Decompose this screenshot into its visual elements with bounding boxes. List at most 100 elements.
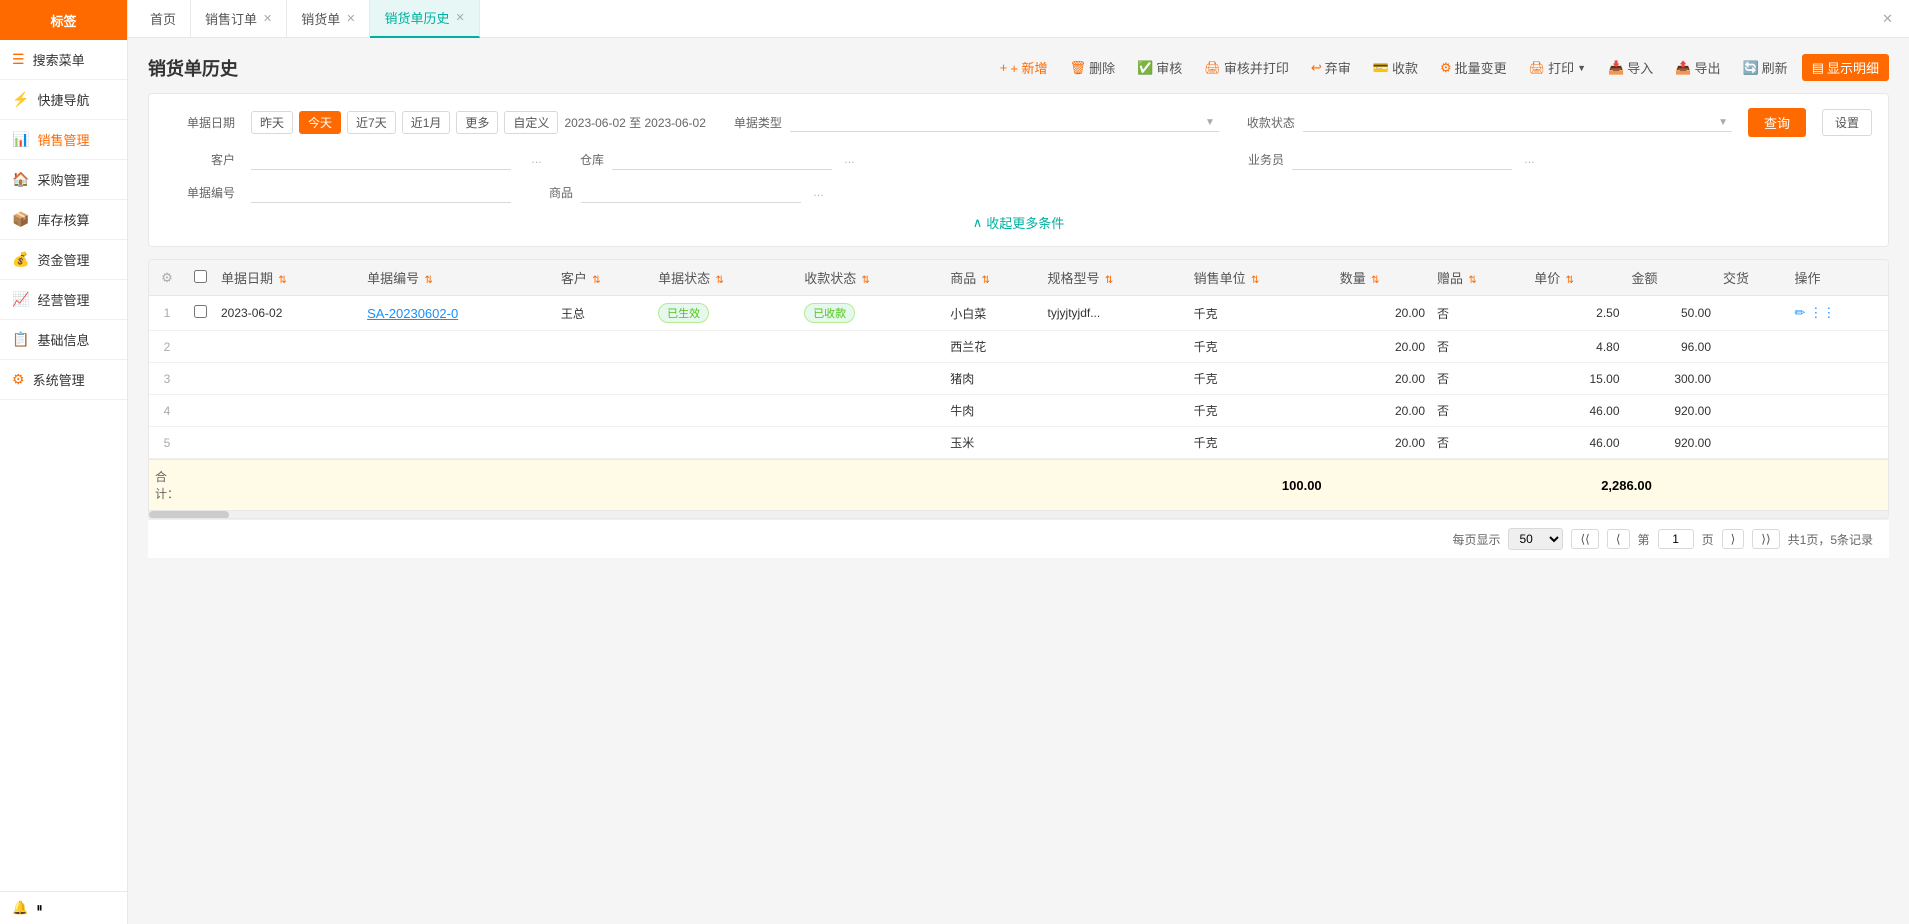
th-spec[interactable]: 规格型号 ⇅	[1042, 260, 1188, 296]
warehouse-dots[interactable]: …	[844, 154, 855, 166]
th-customer[interactable]: 客户 ⇅	[555, 260, 652, 296]
cell-checkbox[interactable]	[185, 296, 215, 331]
page-size-select[interactable]: 50 100 200	[1508, 528, 1563, 550]
date-btn-1month[interactable]: 近1月	[402, 111, 451, 134]
notification-icon[interactable]: 🔔	[12, 900, 28, 916]
close-all-tabs[interactable]: ✕	[1874, 11, 1901, 27]
sidebar-item-system-mgmt[interactable]: ⚙ 系统管理	[0, 360, 127, 400]
first-page-button[interactable]: ⟨⟨	[1571, 529, 1598, 549]
cell-doc-no[interactable]	[361, 427, 555, 459]
cell-trade	[1717, 296, 1788, 331]
tab-sales-goods[interactable]: 销货单 ✕	[287, 0, 370, 38]
audit-print-button[interactable]: 🖨 审核并打印	[1196, 54, 1297, 81]
cell-doc-no[interactable]	[361, 395, 555, 427]
cell-index: 5	[149, 427, 185, 459]
customer-label: 客户	[165, 151, 235, 168]
import-button[interactable]: 📥 导入	[1600, 54, 1661, 81]
refresh-button[interactable]: 🔄 刷新	[1734, 54, 1795, 81]
last-page-button[interactable]: ⟩⟩	[1752, 529, 1779, 549]
next-page-button[interactable]: ⟩	[1722, 529, 1745, 549]
th-qty[interactable]: 数量 ⇅	[1334, 260, 1431, 296]
cell-date	[215, 427, 361, 459]
sidebar-item-finance-mgmt[interactable]: 💰 资金管理	[0, 240, 127, 280]
th-doc-status[interactable]: 单据状态 ⇅	[652, 260, 798, 296]
cell-actions: ✏ ⋮⋮	[1788, 296, 1888, 331]
collapse-button[interactable]: ∧ 收起更多条件	[165, 209, 1872, 236]
query-button[interactable]: 查询	[1748, 108, 1806, 137]
goods-dots[interactable]: …	[813, 187, 824, 199]
cell-checkbox[interactable]	[185, 395, 215, 427]
cell-goods: 猪肉	[944, 363, 1041, 395]
settings-button[interactable]: 设置	[1822, 109, 1872, 136]
cell-doc-no[interactable]	[361, 331, 555, 363]
cell-qty: 20.00	[1334, 427, 1431, 459]
th-unit[interactable]: 销售单位 ⇅	[1188, 260, 1334, 296]
close-tab-sales-order[interactable]: ✕	[263, 12, 272, 25]
tab-sales-goods-history[interactable]: 销货单历史 ✕	[370, 0, 479, 38]
tab-home[interactable]: 首页	[136, 0, 191, 38]
th-price[interactable]: 单价 ⇅	[1528, 260, 1625, 296]
batch-change-button[interactable]: ⚙ 批量变更	[1432, 54, 1515, 81]
cell-doc-no[interactable]	[361, 363, 555, 395]
warehouse-input[interactable]	[612, 149, 832, 170]
sidebar-item-basic-info[interactable]: 📋 基础信息	[0, 320, 127, 360]
doc-no-link[interactable]: SA-20230602-0	[367, 306, 458, 321]
cell-spec	[1042, 331, 1188, 363]
audit-button[interactable]: ✅ 审核	[1129, 54, 1190, 81]
new-button[interactable]: + + 新增	[992, 54, 1056, 81]
cell-qty: 20.00	[1334, 363, 1431, 395]
date-btn-custom[interactable]: 自定义	[504, 111, 558, 134]
sidebar-item-search-menu[interactable]: ☰ 搜索菜单	[0, 40, 127, 80]
close-tab-sales-goods[interactable]: ✕	[346, 12, 355, 25]
table-scrollbar-thumb[interactable]	[149, 511, 229, 519]
cell-checkbox[interactable]	[185, 363, 215, 395]
cell-trade	[1717, 331, 1788, 363]
th-payment-status[interactable]: 收款状态 ⇅	[798, 260, 944, 296]
cell-index: 3	[149, 363, 185, 395]
payment-status-select[interactable]: ▼	[1303, 114, 1732, 132]
pause-icon[interactable]: ⏸	[36, 900, 43, 916]
sidebar-item-ops-mgmt[interactable]: 📈 经营管理	[0, 280, 127, 320]
th-checkbox[interactable]	[185, 260, 215, 296]
date-btn-more[interactable]: 更多	[456, 111, 498, 134]
customer-dots[interactable]: …	[531, 154, 542, 166]
goods-input[interactable]	[581, 182, 801, 203]
tab-sales-order[interactable]: 销售订单 ✕	[191, 0, 287, 38]
doc-no-input[interactable]	[251, 182, 511, 203]
cell-checkbox[interactable]	[185, 427, 215, 459]
cell-goods: 西兰花	[944, 331, 1041, 363]
collect-button[interactable]: 💳 收款	[1365, 54, 1426, 81]
th-doc-no[interactable]: 单据编号 ⇅	[361, 260, 555, 296]
sidebar-item-inventory[interactable]: 📦 库存核算	[0, 200, 127, 240]
print-button[interactable]: 🖨 打印 ▼	[1521, 54, 1594, 81]
page-number-input[interactable]	[1658, 529, 1694, 549]
export-button[interactable]: 📤 导出	[1667, 54, 1728, 81]
th-date[interactable]: 单据日期 ⇅	[215, 260, 361, 296]
th-settings[interactable]: ⚙	[149, 260, 185, 296]
date-btn-yesterday[interactable]: 昨天	[251, 111, 293, 134]
abandon-button[interactable]: ↩ 弃审	[1303, 54, 1359, 81]
date-btn-today[interactable]: 今天	[299, 111, 341, 134]
prev-page-button[interactable]: ⟨	[1607, 529, 1630, 549]
row-checkbox[interactable]	[194, 305, 207, 318]
salesperson-input[interactable]	[1292, 149, 1512, 170]
cell-checkbox[interactable]	[185, 331, 215, 363]
sidebar-item-quick-nav[interactable]: ⚡ 快捷导航	[0, 80, 127, 120]
table-scrollbar[interactable]	[149, 510, 1888, 518]
sidebar-item-label: 销售管理	[37, 130, 89, 149]
th-goods[interactable]: 商品 ⇅	[944, 260, 1041, 296]
edit-action[interactable]: ✏	[1794, 305, 1805, 320]
close-tab-sales-goods-history[interactable]: ✕	[456, 11, 465, 24]
show-detail-button[interactable]: ▤ 显示明细	[1802, 54, 1889, 81]
more-action[interactable]: ⋮⋮	[1809, 305, 1835, 320]
select-all-checkbox[interactable]	[194, 270, 207, 283]
cell-doc-no[interactable]: SA-20230602-0	[361, 296, 555, 331]
salesperson-dots[interactable]: …	[1524, 154, 1535, 166]
customer-input[interactable]	[251, 149, 511, 170]
th-gift[interactable]: 赠品 ⇅	[1431, 260, 1528, 296]
sidebar-item-purchase-mgmt[interactable]: 🏠 采购管理	[0, 160, 127, 200]
doc-type-select[interactable]: ▼	[790, 114, 1219, 132]
sidebar-item-sales-mgmt[interactable]: 📊 销售管理	[0, 120, 127, 160]
date-btn-7days[interactable]: 近7天	[347, 111, 396, 134]
delete-button[interactable]: 🗑 删除	[1062, 54, 1124, 81]
